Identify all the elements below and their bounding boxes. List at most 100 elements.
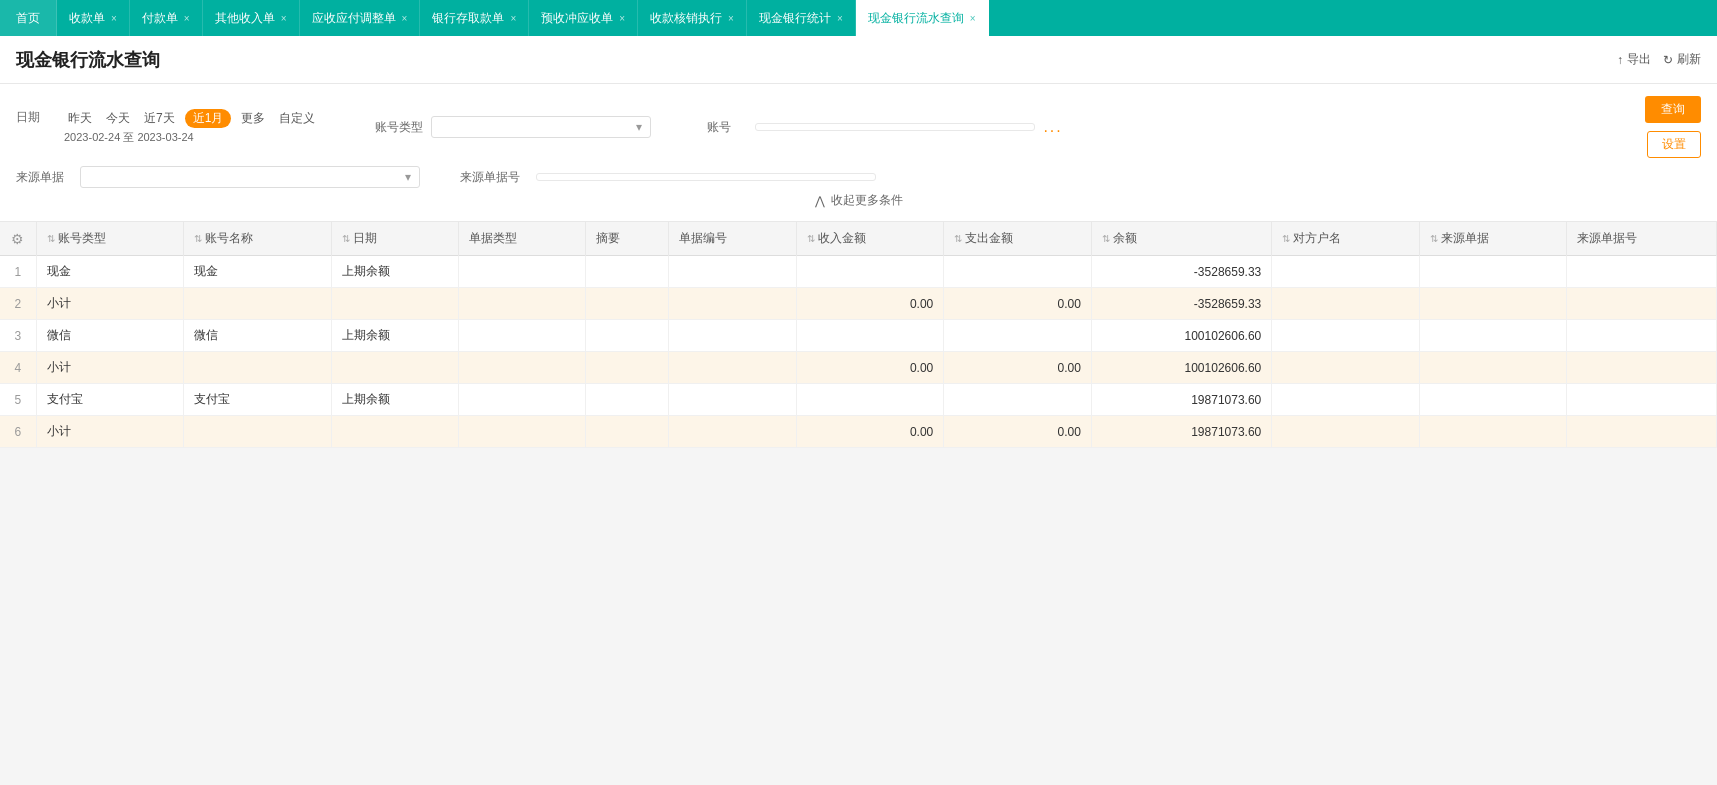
cell-balance: -3528659.33 [1091,288,1271,320]
cell-account-name [184,416,332,448]
row-number: 1 [0,256,36,288]
export-button[interactable]: ↑ 导出 [1617,51,1651,68]
col-settings[interactable]: ⚙ [0,222,36,256]
col-expense[interactable]: ⇅支出金额 [944,222,1092,256]
nav-close-bank-deposit[interactable]: × [510,13,516,24]
account-label: 账号 [707,119,747,136]
sort-expense-icon: ⇅ [954,233,962,244]
nav-advance-offset-label: 预收冲应收单 [541,10,613,27]
col-doc-no[interactable]: 单据编号 [669,222,796,256]
cell-account-type: 小计 [36,288,184,320]
nav-close-ar-ap[interactable]: × [402,13,408,24]
col-counterparty[interactable]: ⇅对方户名 [1272,222,1420,256]
nav-item-advance-offset[interactable]: 预收冲应收单 × [529,0,638,36]
collapse-filter-bar[interactable]: ⋀ 收起更多条件 [16,192,1701,209]
cell-doc-no [669,352,796,384]
nav-close-cash-bank-stat[interactable]: × [837,13,843,24]
sort-balance-icon: ⇅ [1102,233,1110,244]
refresh-icon: ↻ [1663,53,1673,67]
cell-source-doc-no [1567,416,1717,448]
source-doc-select[interactable]: ▾ [80,166,420,188]
date-opt-yesterday[interactable]: 昨天 [64,109,96,128]
source-doc-no-input[interactable] [536,173,876,181]
nav-bank-deposit-label: 银行存取款单 [432,10,504,27]
cell-summary [586,416,669,448]
nav-item-cash-bank-stat[interactable]: 现金银行统计 × [747,0,856,36]
account-type-select[interactable]: ▾ [431,116,651,138]
nav-item-ar-ap-adjust[interactable]: 应收应付调整单 × [300,0,421,36]
nav-home-label: 首页 [16,10,40,27]
date-opt-1month[interactable]: 近1月 [185,109,232,128]
source-doc-arrow-icon: ▾ [405,170,411,184]
date-opt-7days[interactable]: 近7天 [140,109,179,128]
cell-counterparty [1272,384,1420,416]
nav-item-cash-bank-flow[interactable]: 现金银行流水查询 × [856,0,989,36]
cell-doc-no [669,256,796,288]
cell-counterparty [1272,256,1420,288]
nav-item-bank-deposit[interactable]: 银行存取款单 × [420,0,529,36]
table-row: 3微信微信上期余额100102606.60 [0,320,1717,352]
cell-summary [586,288,669,320]
nav-ar-ap-label: 应收应付调整单 [312,10,396,27]
nav-item-other-income[interactable]: 其他收入单 × [203,0,300,36]
nav-close-collect-verify[interactable]: × [728,13,734,24]
cell-doc-type [459,320,586,352]
col-balance[interactable]: ⇅余额 [1091,222,1271,256]
col-source-doc[interactable]: ⇅来源单据 [1419,222,1567,256]
cell-date [331,288,458,320]
nav-collect-verify-label: 收款核销执行 [650,10,722,27]
col-account-name[interactable]: ⇅账号名称 [184,222,332,256]
sort-source-doc-icon: ⇅ [1430,233,1438,244]
col-summary[interactable]: 摘要 [586,222,669,256]
nav-close-cash-bank-flow[interactable]: × [970,13,976,24]
nav-item-payment[interactable]: 付款单 × [130,0,203,36]
cell-expense: 0.00 [944,352,1092,384]
cell-date: 上期余额 [331,320,458,352]
cell-doc-no [669,288,796,320]
col-date[interactable]: ⇅日期 [331,222,458,256]
filter-row-2: 来源单据 ▾ 来源单据号 [16,166,1701,188]
nav-close-receipt[interactable]: × [111,13,117,24]
date-opt-more[interactable]: 更多 [237,109,269,128]
cell-balance: 100102606.60 [1091,320,1271,352]
cell-date [331,416,458,448]
page-title: 现金银行流水查询 [16,48,160,72]
col-account-type[interactable]: ⇅账号类型 [36,222,184,256]
cell-doc-type [459,288,586,320]
nav-item-receipt[interactable]: 收款单 × [57,0,130,36]
account-more-button[interactable]: ... [1043,118,1062,136]
cell-doc-type [459,416,586,448]
cell-date [331,352,458,384]
row-number: 4 [0,352,36,384]
collapse-icon: ⋀ [815,194,825,208]
cell-expense [944,256,1092,288]
settings-button[interactable]: 设置 [1647,131,1701,158]
cell-income [796,384,944,416]
refresh-button[interactable]: ↻ 刷新 [1663,51,1701,68]
nav-item-home[interactable]: 首页 [0,0,57,36]
nav-close-payment[interactable]: × [184,13,190,24]
col-doc-type[interactable]: 单据类型 [459,222,586,256]
cell-income [796,256,944,288]
export-icon: ↑ [1617,53,1623,67]
cell-income: 0.00 [796,352,944,384]
nav-close-advance-offset[interactable]: × [619,13,625,24]
table-settings-icon[interactable]: ⚙ [11,231,24,247]
refresh-label: 刷新 [1677,51,1701,68]
col-source-doc-no[interactable]: 来源单据号 [1567,222,1717,256]
nav-item-collect-verify[interactable]: 收款核销执行 × [638,0,747,36]
nav-close-other-income[interactable]: × [281,13,287,24]
cell-balance: 19871073.60 [1091,384,1271,416]
date-opt-today[interactable]: 今天 [102,109,134,128]
data-table: ⚙ ⇅账号类型 ⇅账号名称 ⇅日期 单据类型 摘要 单据编号 ⇅收入金额 [0,222,1717,448]
row-number: 3 [0,320,36,352]
query-button[interactable]: 查询 [1645,96,1701,123]
cell-expense [944,384,1092,416]
date-opt-custom[interactable]: 自定义 [275,109,319,128]
cell-expense: 0.00 [944,288,1092,320]
cell-account-name [184,288,332,320]
cell-income [796,320,944,352]
nav-payment-label: 付款单 [142,10,178,27]
cell-source-doc-no [1567,320,1717,352]
col-income[interactable]: ⇅收入金额 [796,222,944,256]
